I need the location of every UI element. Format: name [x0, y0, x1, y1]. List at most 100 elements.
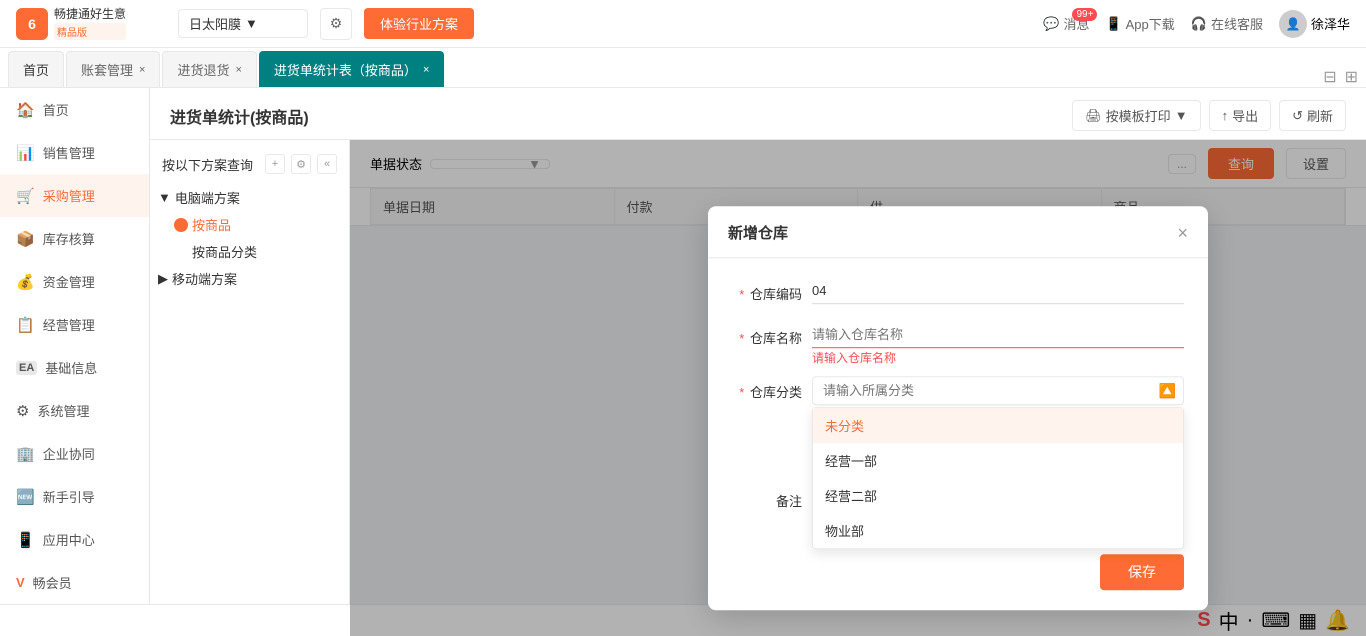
scheme-child-by-category[interactable]: 按商品分类 [150, 238, 349, 265]
page-actions: 🖨 按模板打印 ▼ ↑ 导出 ↺ 刷新 [1072, 100, 1346, 131]
tab-purchase-stat-label: 进货单统计表（按商品） [274, 60, 417, 79]
filter-scheme-label: 按以下方案查询 [162, 155, 253, 174]
dropdown-item-ops1[interactable]: 经营一部 [813, 443, 1183, 478]
tab-purchase-return[interactable]: 进货退货 × [162, 51, 256, 87]
dialog-save-button[interactable]: 保存 [1100, 554, 1184, 590]
active-dot [174, 218, 188, 232]
app-download-label: App下载 [1126, 14, 1175, 33]
sidebar-item-member[interactable]: V 畅会员 [0, 561, 149, 604]
export-button[interactable]: ↑ 导出 [1209, 100, 1272, 131]
app-download-button[interactable]: 📱 App下载 [1105, 14, 1174, 33]
tab-home-label: 首页 [23, 60, 49, 79]
warehouse-code-input[interactable] [812, 278, 1184, 304]
scheme-child-category-label: 按商品分类 [192, 242, 257, 261]
print-button[interactable]: 🖨 按模板打印 ▼ [1072, 100, 1200, 131]
tab-home[interactable]: 首页 [8, 51, 64, 87]
scheme-node-mobile-arrow: ▶ [158, 271, 168, 287]
logo-icon: 6 [16, 8, 48, 40]
sidebar-item-home[interactable]: 🏠 首页 [0, 88, 149, 131]
user-area[interactable]: 👤 徐泽华 [1279, 10, 1350, 38]
left-panel-header: 按以下方案查询 + ⚙ « [150, 148, 349, 180]
category-select-wrap: 🔼 未分类 经营一部 经营二部 物业部 [812, 376, 1184, 405]
online-service-label: 在线客服 [1211, 14, 1263, 33]
settings-scheme-button[interactable]: ⚙ [291, 154, 311, 174]
lp-icons: + ⚙ « [265, 154, 337, 174]
required-star-code: * [739, 287, 744, 302]
sidebar-item-inventory[interactable]: 📦 库存核算 [0, 217, 149, 260]
add-scheme-button[interactable]: + [265, 154, 285, 174]
tab-purchase-stat-close[interactable]: × [423, 64, 429, 76]
sidebar-item-home-label: 首页 [43, 100, 69, 119]
sidebar-item-system[interactable]: ⚙ 系统管理 [0, 389, 149, 432]
scheme-node-pc-label: 电脑端方案 [175, 188, 240, 207]
tab-minimize-icon[interactable]: ⊟ [1323, 67, 1336, 87]
sidebar-item-purchase-label: 采购管理 [43, 186, 95, 205]
tab-account-label: 账套管理 [81, 60, 133, 79]
category-icon [174, 245, 188, 259]
tab-bar-right: ⊟ ⊞ [1323, 67, 1358, 87]
tab-purchase-return-label: 进货退货 [177, 60, 229, 79]
online-service-button[interactable]: 🎧 在线客服 [1191, 14, 1263, 33]
scheme-node-pc[interactable]: ▼ 电脑端方案 [150, 184, 349, 211]
warehouse-name-input[interactable] [812, 322, 1184, 348]
try-industry-button[interactable]: 体验行业方案 [364, 8, 474, 39]
app-icon: 📱 [16, 531, 35, 549]
print-icon: 🖨 [1085, 108, 1102, 124]
collapse-scheme-button[interactable]: « [317, 154, 337, 174]
sidebar-item-system-label: 系统管理 [37, 401, 89, 420]
tab-account-close[interactable]: × [139, 64, 145, 76]
required-star-category: * [739, 385, 744, 400]
refresh-button[interactable]: ↺ 刷新 [1279, 100, 1346, 131]
username: 徐泽华 [1311, 14, 1350, 33]
sidebar-item-sales[interactable]: 📊 销售管理 [0, 131, 149, 174]
logo-text-wrap: 畅捷通好生意 精品版 [54, 7, 126, 40]
dropdown-item-ops2[interactable]: 经营二部 [813, 478, 1183, 513]
required-star-name: * [739, 331, 744, 346]
base-icon: EA [16, 361, 37, 375]
tab-purchase-return-close[interactable]: × [235, 64, 241, 76]
sidebar-item-finance[interactable]: 💰 资金管理 [0, 260, 149, 303]
dialog-footer: 保存 [708, 554, 1208, 590]
settings-button[interactable]: ⚙ [320, 8, 352, 40]
tab-purchase-stat[interactable]: 进货单统计表（按商品） × [259, 51, 444, 87]
category-label: * 仓库分类 [732, 376, 812, 401]
message-button[interactable]: 💬 消息 99+ [1043, 14, 1089, 33]
dialog-header: 新增仓库 × [708, 206, 1208, 258]
sidebar-item-operations[interactable]: 📋 经营管理 [0, 303, 149, 346]
guide-icon: 🆕 [16, 488, 35, 506]
sidebar-item-purchase[interactable]: 🛒 采购管理 [0, 174, 149, 217]
name-label: * 仓库名称 [732, 322, 812, 347]
sidebar-item-app-label: 应用中心 [43, 530, 95, 549]
dialog-title: 新增仓库 [728, 222, 788, 243]
form-row-code: * 仓库编码 [732, 278, 1184, 304]
select-arrow-icon[interactable]: 🔼 [1159, 382, 1176, 399]
sidebar-item-sales-label: 销售管理 [43, 143, 95, 162]
scheme-child-by-product[interactable]: 按商品 [150, 211, 349, 238]
sidebar-item-guide[interactable]: 🆕 新手引导 [0, 475, 149, 518]
sidebar-item-enterprise[interactable]: 🏢 企业协同 [0, 432, 149, 475]
purchase-icon: 🛒 [16, 187, 35, 205]
sidebar-item-base[interactable]: EA 基础信息 [0, 346, 149, 389]
tab-expand-icon[interactable]: ⊞ [1345, 67, 1358, 87]
top-header: 6 畅捷通好生意 精品版 日太阳膜 ▼ ⚙ 体验行业方案 💬 消息 99+ 📱 … [0, 0, 1366, 48]
logo-badge: 精品版 [54, 23, 126, 40]
form-row-category: * 仓库分类 🔼 未分类 经营一部 经营二部 [732, 376, 1184, 405]
store-name: 日太阳膜 [189, 14, 241, 33]
print-chevron-icon: ▼ [1175, 108, 1188, 123]
remark-label: 备注 [732, 485, 812, 510]
message-icon: 💬 [1043, 16, 1059, 32]
dialog-close-button[interactable]: × [1177, 224, 1188, 242]
scheme-node-mobile[interactable]: ▶ 移动端方案 [150, 265, 349, 292]
logo-area: 6 畅捷通好生意 精品版 [16, 7, 166, 40]
tab-account[interactable]: 账套管理 × [66, 51, 160, 87]
category-select-input[interactable] [812, 376, 1184, 405]
dropdown-item-uncategorized[interactable]: 未分类 [813, 408, 1183, 443]
logo-text: 畅捷通好生意 [54, 7, 126, 23]
main-content: 单据状态 ▼ ... 查询 设置 单据日期 付款 [350, 140, 1366, 636]
scheme-child-product-label: 按商品 [192, 215, 231, 234]
header-right: 💬 消息 99+ 📱 App下载 🎧 在线客服 👤 徐泽华 [1043, 10, 1350, 38]
dropdown-item-property[interactable]: 物业部 [813, 513, 1183, 548]
store-selector[interactable]: 日太阳膜 ▼ [178, 9, 308, 38]
sidebar-item-app[interactable]: 📱 应用中心 [0, 518, 149, 561]
refresh-icon: ↺ [1292, 108, 1303, 124]
